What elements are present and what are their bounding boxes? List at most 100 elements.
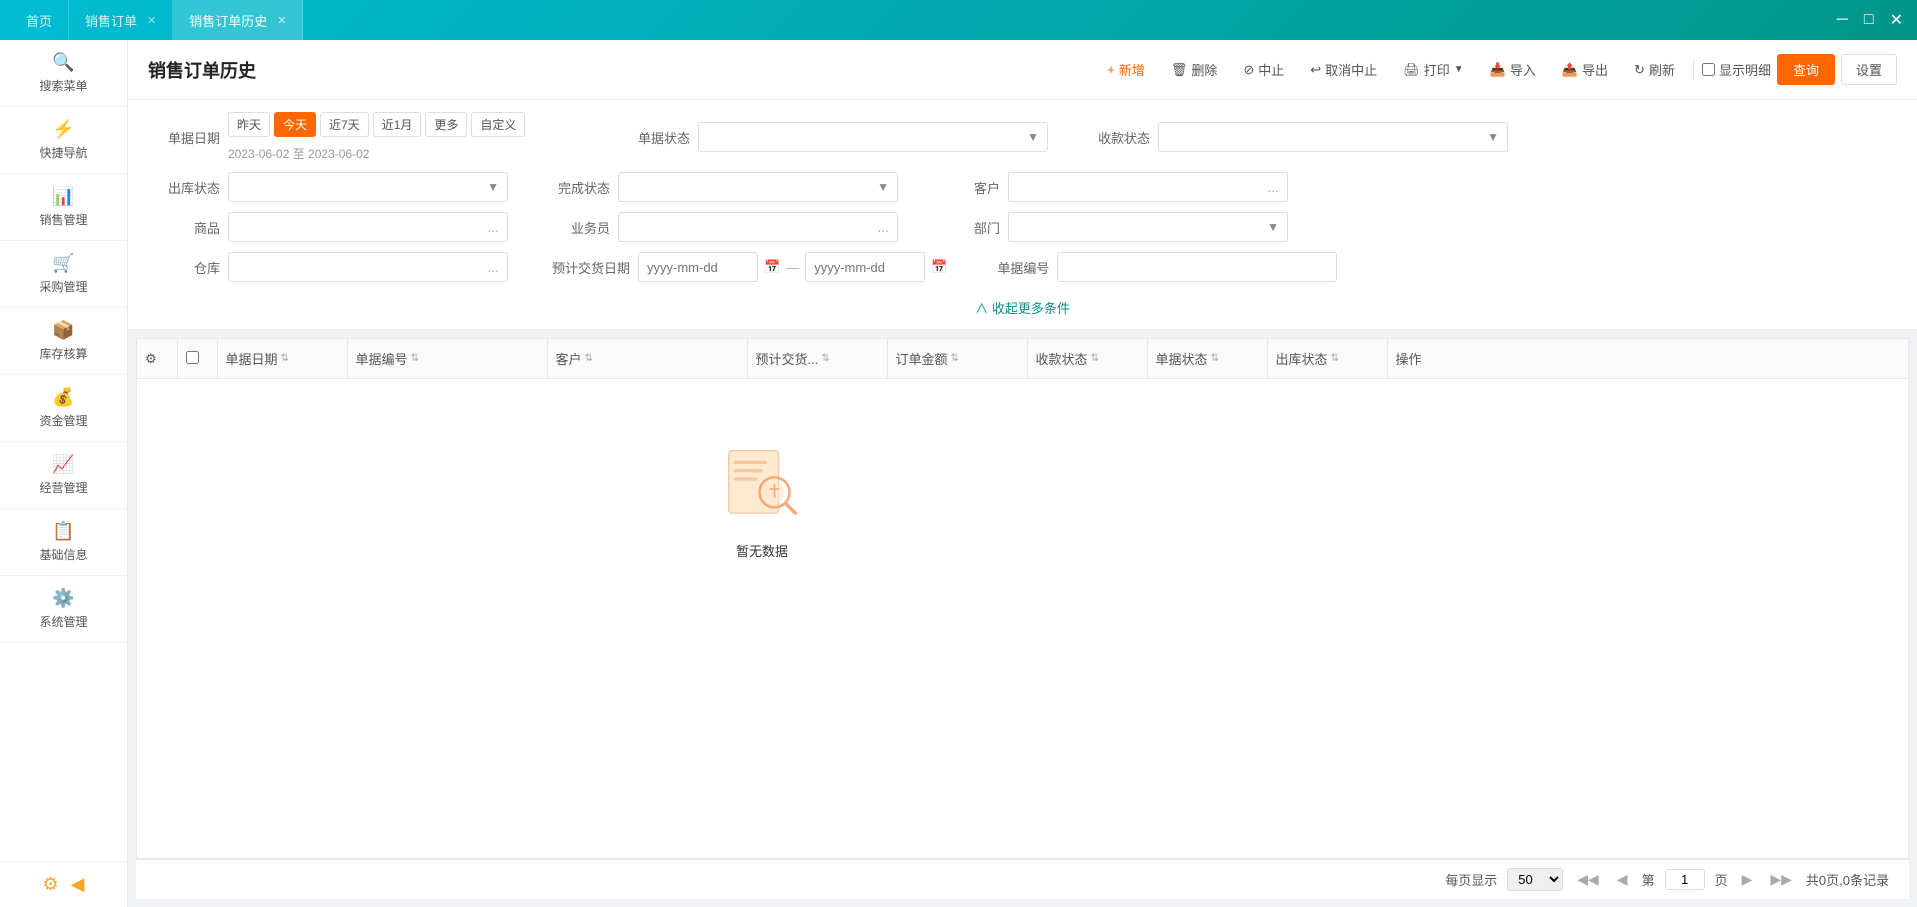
stop-btn[interactable]: ⊘ 中止 xyxy=(1233,55,1294,84)
tab-sales-order[interactable]: 销售订单 ✕ xyxy=(69,0,173,40)
customer-select[interactable]: ... xyxy=(1008,172,1288,202)
sidebar-item-basic-info[interactable]: 📋 基础信息 xyxy=(0,509,127,576)
collapse-bar[interactable]: ∧ 收起更多条件 xyxy=(148,292,1897,317)
product-dots-icon[interactable]: ... xyxy=(487,219,499,235)
tab-home[interactable]: 首页 xyxy=(10,0,69,40)
department-chevron: ▼ xyxy=(1267,220,1279,234)
product-select[interactable]: ... xyxy=(228,212,508,242)
sidebar-settings-btn[interactable]: ⚙ xyxy=(43,874,59,895)
sidebar-item-operations[interactable]: 📈 经营管理 xyxy=(0,442,127,509)
department-select[interactable]: ▼ xyxy=(1008,212,1288,242)
refresh-icon: ↻ xyxy=(1634,62,1645,78)
calendar-to-icon[interactable]: 📅 xyxy=(931,259,947,275)
window-controls: ─ □ ✕ xyxy=(1833,8,1907,32)
display-cols-checkbox[interactable]: 显示明细 xyxy=(1702,60,1771,79)
calendar-from-icon[interactable]: 📅 xyxy=(764,259,780,275)
order-status-label: 单据状态 xyxy=(618,128,698,147)
th-customer-label: 客户 xyxy=(556,349,582,368)
salesperson-dots-icon[interactable]: ... xyxy=(877,219,889,235)
customer-dots-icon[interactable]: ... xyxy=(1267,179,1279,195)
tab-sales-order-history-close[interactable]: ✕ xyxy=(277,14,286,27)
outbound-status-chevron: ▼ xyxy=(487,180,499,194)
sidebar-item-sales-mgmt[interactable]: 📊 销售管理 xyxy=(0,174,127,241)
new-btn[interactable]: + 新增 xyxy=(1097,55,1155,84)
empty-state: 暂无数据 xyxy=(137,379,1387,620)
import-icon: 📥 xyxy=(1490,62,1506,78)
quick-nav-icon: ⚡ xyxy=(52,119,74,140)
sidebar-item-inventory[interactable]: 📦 库存核算 xyxy=(0,308,127,375)
page-size-select[interactable]: 50 10 20 100 xyxy=(1507,868,1563,891)
th-number-sort-icon[interactable]: ⇅ xyxy=(411,353,419,364)
prev-page-btn[interactable]: ◀ xyxy=(1613,869,1632,890)
th-outbound-sort-icon[interactable]: ⇅ xyxy=(1331,353,1339,364)
export-btn[interactable]: 📤 导出 xyxy=(1552,55,1618,84)
main-layout: 🔍 搜索菜单 ⚡ 快捷导航 📊 销售管理 🛒 采购管理 📦 库存核算 💰 资金管… xyxy=(0,40,1917,907)
date-today-btn[interactable]: 今天 xyxy=(274,112,316,137)
order-number-input[interactable] xyxy=(1057,252,1337,282)
order-status-select[interactable]: ▼ xyxy=(698,122,1048,152)
sidebar-collapse-btn[interactable]: ◀ xyxy=(71,874,85,895)
warehouse-dots-icon[interactable]: ... xyxy=(487,259,499,275)
th-actions: 操作 xyxy=(1387,339,1908,379)
outbound-status-label: 出库状态 xyxy=(148,178,228,197)
first-page-btn[interactable]: ◀◀ xyxy=(1573,869,1603,890)
cancel-stop-btn[interactable]: ↩ 取消中止 xyxy=(1300,55,1387,84)
th-amount-sort-icon[interactable]: ⇅ xyxy=(951,353,959,364)
sidebar-item-search-menu[interactable]: 🔍 搜索菜单 xyxy=(0,40,127,107)
sidebar-item-finance[interactable]: 💰 资金管理 xyxy=(0,375,127,442)
product-label: 商品 xyxy=(148,218,228,237)
query-btn[interactable]: 查询 xyxy=(1777,54,1835,85)
sidebar-item-purchase-mgmt[interactable]: 🛒 采购管理 xyxy=(0,241,127,308)
warehouse-select[interactable]: ... xyxy=(228,252,508,282)
date-custom-btn[interactable]: 自定义 xyxy=(471,112,525,137)
th-customer-sort-icon[interactable]: ⇅ xyxy=(585,353,593,364)
delivery-date-label: 预计交货日期 xyxy=(538,258,638,277)
th-date-sort-icon[interactable]: ⇅ xyxy=(281,353,289,364)
payment-status-label: 收款状态 xyxy=(1078,128,1158,147)
top-bar: 首页 销售订单 ✕ 销售订单历史 ✕ ─ □ ✕ xyxy=(0,0,1917,40)
sidebar-item-purchase-mgmt-label: 采购管理 xyxy=(39,278,87,295)
sidebar: 🔍 搜索菜单 ⚡ 快捷导航 📊 销售管理 🛒 采购管理 📦 库存核算 💰 资金管… xyxy=(0,40,128,907)
sidebar-item-sales-mgmt-label: 销售管理 xyxy=(39,211,87,228)
last-page-btn[interactable]: ▶▶ xyxy=(1766,869,1796,890)
print-btn[interactable]: 🖨 打印 ▼ xyxy=(1393,55,1473,84)
empty-text: 暂无数据 xyxy=(736,541,788,560)
sidebar-item-system-mgmt[interactable]: ⚙️ 系统管理 xyxy=(0,576,127,643)
payment-status-chevron: ▼ xyxy=(1487,130,1499,144)
th-customer: 客户 ⇅ xyxy=(547,339,747,379)
delete-btn[interactable]: 🗑 删除 xyxy=(1161,55,1228,84)
next-page-btn[interactable]: ▶ xyxy=(1738,869,1757,890)
date-last7-btn[interactable]: 近7天 xyxy=(320,112,369,137)
th-delivery-sort-icon[interactable]: ⇅ xyxy=(821,353,829,364)
window-maximize-btn[interactable]: □ xyxy=(1860,9,1878,31)
delivery-date-to-input[interactable] xyxy=(805,252,925,282)
inventory-icon: 📦 xyxy=(52,320,74,341)
th-outbound-status: 出库状态 ⇅ xyxy=(1267,339,1387,379)
import-btn[interactable]: 📥 导入 xyxy=(1480,55,1546,84)
window-close-btn[interactable]: ✕ xyxy=(1886,8,1907,32)
payment-status-select[interactable]: ▼ xyxy=(1158,122,1508,152)
table-settings-icon[interactable]: ⚙ xyxy=(145,351,157,366)
window-minimize-btn[interactable]: ─ xyxy=(1833,9,1852,31)
display-cols-check[interactable] xyxy=(1702,63,1715,76)
salesperson-select[interactable]: ... xyxy=(618,212,898,242)
setting-btn[interactable]: 设置 xyxy=(1841,54,1897,85)
th-payment-sort-icon[interactable]: ⇅ xyxy=(1091,353,1099,364)
collapse-label: 收起更多条件 xyxy=(992,301,1070,316)
date-yesterday-btn[interactable]: 昨天 xyxy=(228,112,270,137)
tab-sales-order-close[interactable]: ✕ xyxy=(147,14,156,27)
delivery-date-from-input[interactable] xyxy=(638,252,758,282)
th-order-status: 单据状态 ⇅ xyxy=(1147,339,1267,379)
toolbar-right: + 新增 🗑 删除 ⊘ 中止 ↩ 取消中止 🖨 打印 xyxy=(1097,54,1897,85)
refresh-btn[interactable]: ↻ 刷新 xyxy=(1624,55,1685,84)
date-last1m-btn[interactable]: 近1月 xyxy=(373,112,422,137)
outbound-status-select[interactable]: ▼ xyxy=(228,172,508,202)
select-all-checkbox[interactable] xyxy=(186,351,199,364)
th-delivery-date-label: 预计交货... xyxy=(756,349,819,368)
completion-status-select[interactable]: ▼ xyxy=(618,172,898,202)
sidebar-item-quick-nav[interactable]: ⚡ 快捷导航 xyxy=(0,107,127,174)
date-more-btn[interactable]: 更多 xyxy=(425,112,467,137)
page-number-input[interactable] xyxy=(1665,869,1705,890)
th-order-sort-icon[interactable]: ⇅ xyxy=(1211,353,1219,364)
tab-sales-order-history[interactable]: 销售订单历史 ✕ xyxy=(173,0,303,40)
